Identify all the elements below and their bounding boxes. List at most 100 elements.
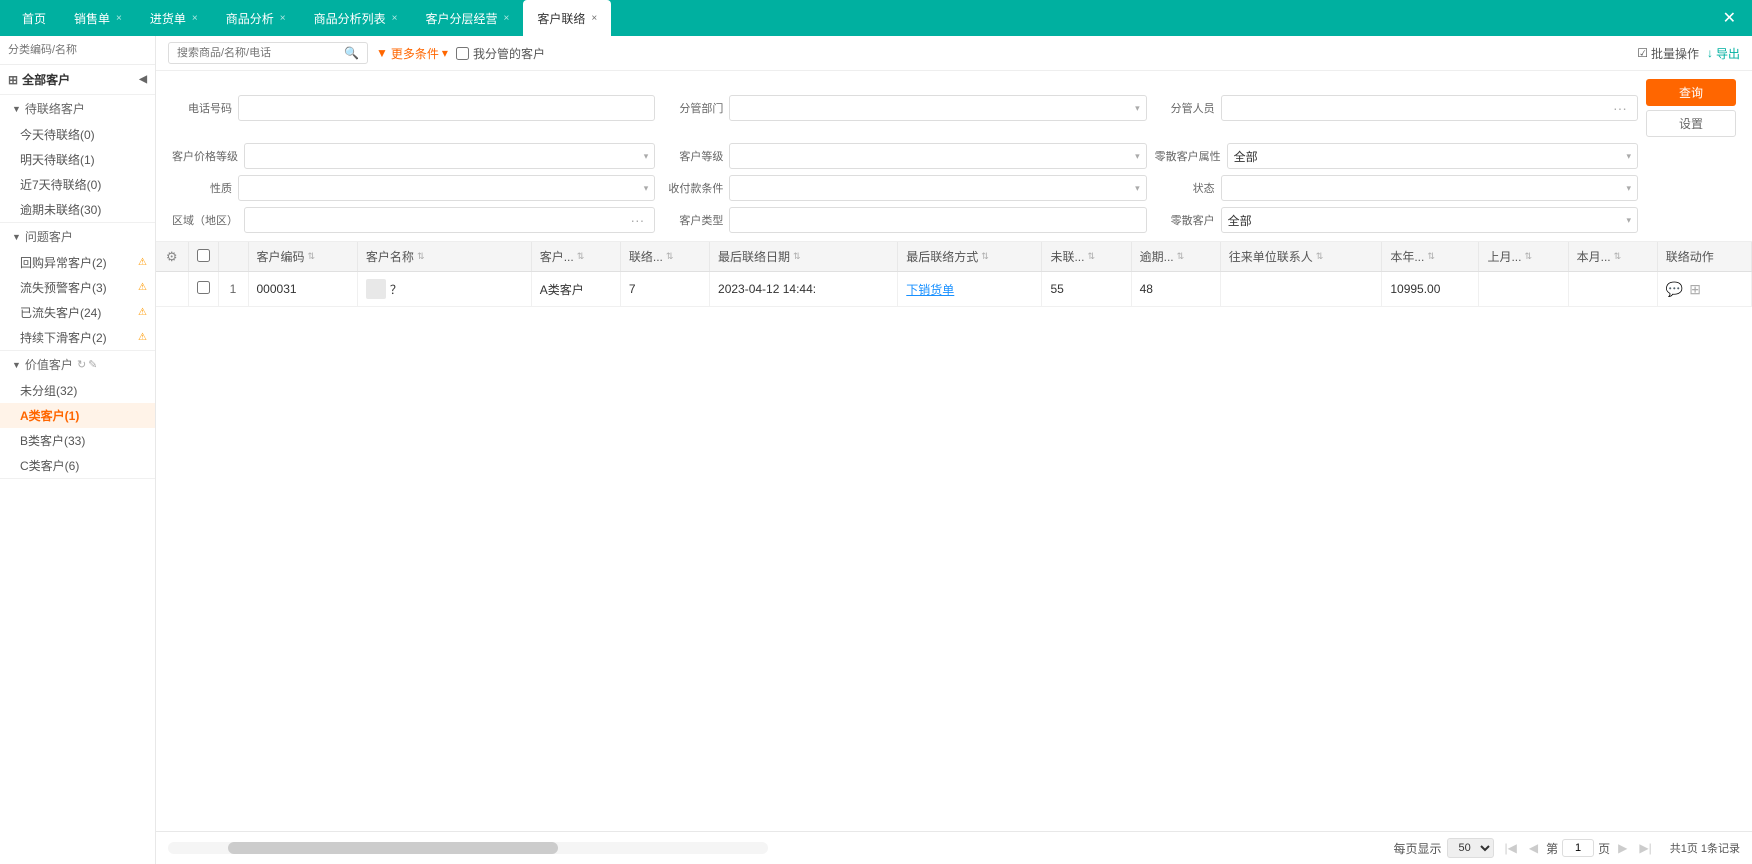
row-gear [156,272,188,307]
page-number-input[interactable] [1562,839,1594,857]
payment-select[interactable]: ▾ [729,175,1146,201]
query-col: 查询 设置 [1646,79,1736,137]
query-button[interactable]: 查询 [1646,79,1736,106]
warn-icon: ⚠ [138,307,147,318]
problem-group-label[interactable]: ▼ 问题客户 [0,223,155,250]
customer-level-select[interactable]: ▾ [729,143,1146,169]
region-select[interactable]: ··· [244,207,655,233]
close-customer-contact-tab[interactable]: × [591,13,597,24]
close-sales-tab[interactable]: × [116,13,122,24]
next-page-button[interactable]: ▶ [1614,839,1631,857]
select-all-checkbox[interactable] [197,249,210,262]
sidebar-item-today[interactable]: 今天待联络(0) [0,122,155,147]
settings-button[interactable]: 设置 [1646,110,1736,137]
qrcode-action-icon[interactable]: ⊞ [1689,281,1701,298]
nav-customer-contact[interactable]: 客户联络 × [523,0,611,36]
sidebar-item-ungrouped[interactable]: 未分组(32) [0,378,155,403]
row-unit-contact [1220,272,1382,307]
filter-row-3: 性质 ▾ 收付款条件 ▾ 状态 [172,175,1736,201]
all-customers-header[interactable]: ⊞ 全部客户 ◀ [0,65,155,95]
sidebar-item-c-class[interactable]: C类客户(6) [0,453,155,478]
content-area: 🔍 ▼ 更多条件 ▾ 我分管的客户 ☑ 批量操作 ↓ 导出 [156,36,1752,864]
chevron-down-icon: ▾ [442,46,448,60]
close-product-analysis-tab[interactable]: × [280,13,286,24]
sidebar-item-declining[interactable]: 持续下滑客户(2) ⚠ [0,325,155,350]
last-method-link[interactable]: 下销货单 [906,283,954,297]
export-icon: ↓ [1707,46,1713,60]
nav-sales[interactable]: 销售单 × [60,0,136,36]
prev-page-button[interactable]: ◀ [1525,839,1542,857]
close-customer-segment-tab[interactable]: × [503,13,509,24]
row-type: A类客户 [531,272,620,307]
nav-product-analysis[interactable]: 商品分析 × [212,0,300,36]
row-seq: 1 [218,272,248,307]
sidebar-item-7days[interactable]: 近7天待联络(0) [0,172,155,197]
filter-row-2: 客户价格等级 ▾ 客户等级 ▾ 零散客户属性 全部 [172,143,1736,169]
close-purchase-tab[interactable]: × [192,13,198,24]
more-filter-button[interactable]: ▼ 更多条件 ▾ [376,45,448,62]
col-checkbox [188,242,218,272]
dept-select[interactable]: ▾ [729,95,1146,121]
col-overdue: 逾期... ⇅ [1131,242,1220,272]
main-search-icon[interactable]: 🔍 [344,46,359,60]
sidebar-item-abnormal[interactable]: 回购异常客户(2) ⚠ [0,250,155,275]
more-dots-icon[interactable]: ··· [626,212,648,228]
more-dots-icon[interactable]: ··· [1609,100,1631,116]
gear-icon[interactable]: ⚙ [166,249,178,264]
sort-icon: ⇅ [417,251,425,262]
status-select[interactable]: ▾ [1221,175,1638,201]
warn-icon: ⚠ [138,332,147,343]
sidebar-search-input[interactable] [8,44,150,56]
nav-home[interactable]: 首页 [8,0,60,36]
first-page-button[interactable]: |◀ [1500,839,1520,857]
sidebar-item-overdue[interactable]: 逾期未联络(30) [0,197,155,222]
horizontal-scrollbar[interactable] [168,842,768,854]
edit-icon[interactable]: ✎ [88,358,97,371]
sidebar-item-a-class[interactable]: A类客户(1) [0,403,155,428]
col-this-month: 本月... ⇅ [1568,242,1657,272]
col-last-date: 最后联络日期 ⇅ [710,242,898,272]
chevron-down-icon: ▾ [1135,151,1140,162]
phone-input[interactable] [238,95,655,121]
nav-customer-segment[interactable]: 客户分层经营 × [411,0,523,36]
sort-icon: ⇅ [1177,251,1185,262]
main-search-input[interactable] [177,47,340,59]
sidebar-item-b-class[interactable]: B类客户(33) [0,428,155,453]
refresh-icon[interactable]: ↻ [77,358,86,371]
nav-product-list[interactable]: 商品分析列表 × [300,0,412,36]
sidebar: 🔍 ⊞ 全部客户 ◀ ▼ 待联络客户 今天待联络(0) 明天待联络(1) 近7天… [0,36,156,864]
row-last-month [1479,272,1568,307]
retail-attr-select[interactable]: 全部 ▾ [1227,143,1638,169]
manager-select[interactable]: ··· [1221,95,1638,121]
window-close-button[interactable]: ✕ [1715,8,1744,28]
value-group-label[interactable]: ▼ 价值客户 ↻ ✎ [0,351,155,378]
col-seq [218,242,248,272]
row-name: ？ [357,272,531,307]
nav-purchase[interactable]: 进货单 × [136,0,212,36]
retail-customer-select[interactable]: 全部 ▾ [1221,207,1638,233]
page-size-select[interactable]: 50 [1447,838,1494,858]
my-customer-filter: 我分管的客户 [456,45,545,62]
row-checkbox[interactable] [197,281,210,294]
sidebar-item-churned[interactable]: 已流失客户(24) ⚠ [0,300,155,325]
pending-group-label[interactable]: ▼ 待联络客户 [0,95,155,122]
export-button[interactable]: ↓ 导出 [1707,45,1740,62]
close-product-list-tab[interactable]: × [392,13,398,24]
filter-row-1: 电话号码 分管部门 ▾ 分管人员 ··· [172,79,1736,137]
nature-select[interactable]: ▾ [238,175,655,201]
row-not-contact: 55 [1042,272,1131,307]
row-this-year: 10995.00 [1382,272,1479,307]
customer-type-select[interactable] [729,207,1146,233]
search-wrap: 🔍 [168,42,368,64]
table-container: ⚙ 客户编码 ⇅ [156,242,1752,831]
my-customer-checkbox[interactable] [456,47,469,60]
collapse-icon: ◀ [139,74,147,85]
price-level-select[interactable]: ▾ [244,143,655,169]
chat-action-icon[interactable]: 💬 [1666,281,1683,298]
sidebar-item-churn-warning[interactable]: 流失预警客户(3) ⚠ [0,275,155,300]
sidebar-item-tomorrow[interactable]: 明天待联络(1) [0,147,155,172]
sort-icon: ⇅ [981,251,989,262]
customer-avatar [366,279,386,299]
batch-operation-button[interactable]: ☑ 批量操作 [1637,45,1699,62]
last-page-button[interactable]: ▶| [1635,839,1655,857]
